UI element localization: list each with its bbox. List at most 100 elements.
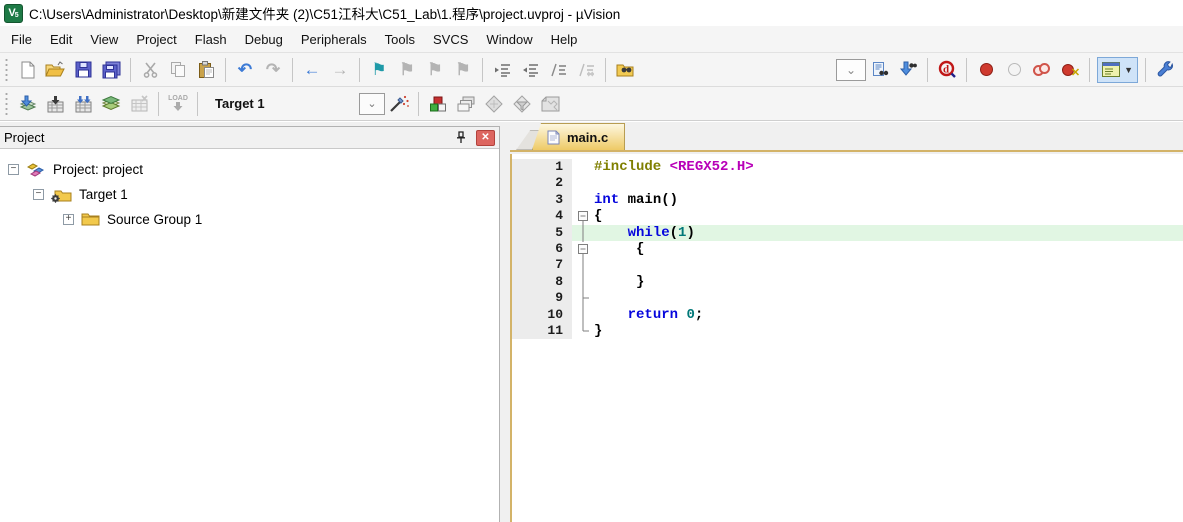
code-line[interactable]: 7	[512, 257, 1183, 275]
incremental-find-button[interactable]	[894, 56, 922, 84]
fold-margin[interactable]	[572, 241, 594, 258]
menu-debug[interactable]: Debug	[236, 27, 292, 52]
code-line[interactable]: 11}	[512, 322, 1183, 340]
code-editor[interactable]: 1 #include <REGX52.H> 2 3 int main() 4{5 whil…	[510, 154, 1183, 522]
save-all-button[interactable]	[97, 56, 125, 84]
tree-item-source-group[interactable]: + Source Group 1	[0, 207, 499, 232]
open-file-button[interactable]	[41, 56, 69, 84]
toolbar-grip[interactable]	[4, 58, 9, 81]
multi-project-button[interactable]	[480, 90, 508, 118]
fold-margin[interactable]	[572, 175, 594, 191]
menu-edit[interactable]: Edit	[41, 27, 81, 52]
line-number[interactable]: 3	[512, 191, 572, 209]
build-button[interactable]	[41, 90, 69, 118]
code-line[interactable]: 10 return 0;	[512, 306, 1183, 324]
previous-bookmark-button[interactable]: ⚑	[393, 56, 421, 84]
options-for-target-button[interactable]	[385, 90, 413, 118]
fold-margin[interactable]	[572, 192, 594, 208]
fold-margin[interactable]	[572, 290, 594, 308]
disable-all-breakpoints-button[interactable]	[1028, 56, 1056, 84]
navigate-back-button[interactable]: ←	[298, 56, 326, 84]
line-number[interactable]: 4	[512, 208, 572, 225]
menu-tools[interactable]: Tools	[376, 27, 424, 52]
menu-view[interactable]: View	[81, 27, 127, 52]
line-number[interactable]: 1	[512, 159, 572, 176]
line-number[interactable]: 8	[512, 273, 572, 291]
toolbar-grip[interactable]	[4, 92, 9, 115]
line-number[interactable]: 2	[512, 175, 572, 192]
tree-item-project[interactable]: − Project: project	[0, 157, 499, 182]
fold-margin[interactable]	[572, 224, 594, 242]
uncomment-button[interactable]	[572, 56, 600, 84]
batch-build-button[interactable]	[97, 90, 125, 118]
menu-help[interactable]: Help	[542, 27, 587, 52]
code-line[interactable]: 5 while(1)	[512, 224, 1183, 242]
code-line[interactable]: 6 {	[512, 240, 1183, 258]
start-stop-debug-button[interactable]: d	[933, 56, 961, 84]
translate-button[interactable]	[13, 90, 41, 118]
menu-window[interactable]: Window	[477, 27, 541, 52]
fold-margin[interactable]	[572, 208, 594, 226]
undo-button[interactable]: ↶	[231, 56, 259, 84]
fold-margin[interactable]	[572, 273, 594, 291]
next-bookmark-button[interactable]: ⚑	[421, 56, 449, 84]
new-file-button[interactable]	[13, 56, 41, 84]
copy-button[interactable]	[164, 56, 192, 84]
navigate-forward-button[interactable]: →	[326, 56, 354, 84]
save-button[interactable]	[69, 56, 97, 84]
find-in-files-dialog-button[interactable]	[866, 56, 894, 84]
fold-margin[interactable]	[572, 257, 594, 275]
line-number[interactable]: 9	[512, 290, 572, 307]
code-line[interactable]: 4{	[512, 208, 1183, 226]
paste-button[interactable]	[192, 56, 220, 84]
enable-disable-breakpoint-button[interactable]	[1000, 56, 1028, 84]
tree-item-target[interactable]: − Target 1	[0, 182, 499, 207]
target-selector[interactable]: Target 1 ⌄	[209, 92, 385, 116]
pin-button[interactable]	[452, 130, 470, 146]
line-number[interactable]: 5	[512, 224, 572, 241]
line-number[interactable]: 11	[512, 322, 572, 340]
line-number[interactable]: 7	[512, 257, 572, 274]
clear-bookmarks-button[interactable]: ⚑	[449, 56, 477, 84]
comment-button[interactable]	[544, 56, 572, 84]
manage-rte-button[interactable]	[424, 90, 452, 118]
unindent-button[interactable]	[488, 56, 516, 84]
code-line[interactable]: 9	[512, 290, 1183, 308]
rebuild-all-button[interactable]	[69, 90, 97, 118]
fold-margin[interactable]	[572, 159, 594, 175]
kill-all-breakpoints-button[interactable]: ✕	[1056, 56, 1084, 84]
window-layout-button[interactable]: ▼	[1097, 56, 1138, 83]
find-in-files-button[interactable]	[611, 56, 639, 84]
stop-build-button[interactable]	[125, 90, 153, 118]
line-number[interactable]: 10	[512, 306, 572, 323]
panel-splitter[interactable]	[500, 122, 510, 522]
manage-project-items-button[interactable]	[452, 90, 480, 118]
flash-config-button[interactable]	[508, 90, 536, 118]
line-number[interactable]: 6	[512, 240, 572, 258]
code-line[interactable]: 3 int main()	[512, 191, 1183, 209]
configure-button[interactable]	[1151, 56, 1179, 84]
fold-margin[interactable]	[572, 306, 594, 324]
close-panel-button[interactable]: ✕	[476, 129, 495, 146]
indent-button[interactable]	[516, 56, 544, 84]
collapse-box-icon[interactable]: −	[8, 164, 19, 175]
collapse-box-icon[interactable]: −	[33, 189, 44, 200]
code-line[interactable]: 1 #include <REGX52.H>	[512, 159, 1183, 176]
menu-project[interactable]: Project	[127, 27, 185, 52]
toggle-bookmark-button[interactable]: ⚑	[365, 56, 393, 84]
redo-button[interactable]: ↷	[259, 56, 287, 84]
code-line[interactable]: 2	[512, 175, 1183, 192]
insert-breakpoint-button[interactable]	[972, 56, 1000, 84]
download-button[interactable]: LOAD	[164, 90, 192, 118]
expand-box-icon[interactable]: +	[63, 214, 74, 225]
menu-flash[interactable]: Flash	[186, 27, 236, 52]
menu-svcs[interactable]: SVCS	[424, 27, 477, 52]
chevron-down-icon[interactable]: ⌄	[359, 92, 385, 115]
code-line[interactable]: 8 }	[512, 273, 1183, 291]
menu-peripherals[interactable]: Peripherals	[292, 27, 376, 52]
cut-button[interactable]	[136, 56, 164, 84]
menu-file[interactable]: File	[2, 27, 41, 52]
software-packs-button[interactable]	[536, 90, 564, 118]
search-combobox[interactable]: ⌄	[836, 58, 867, 81]
fold-margin[interactable]	[572, 322, 594, 339]
